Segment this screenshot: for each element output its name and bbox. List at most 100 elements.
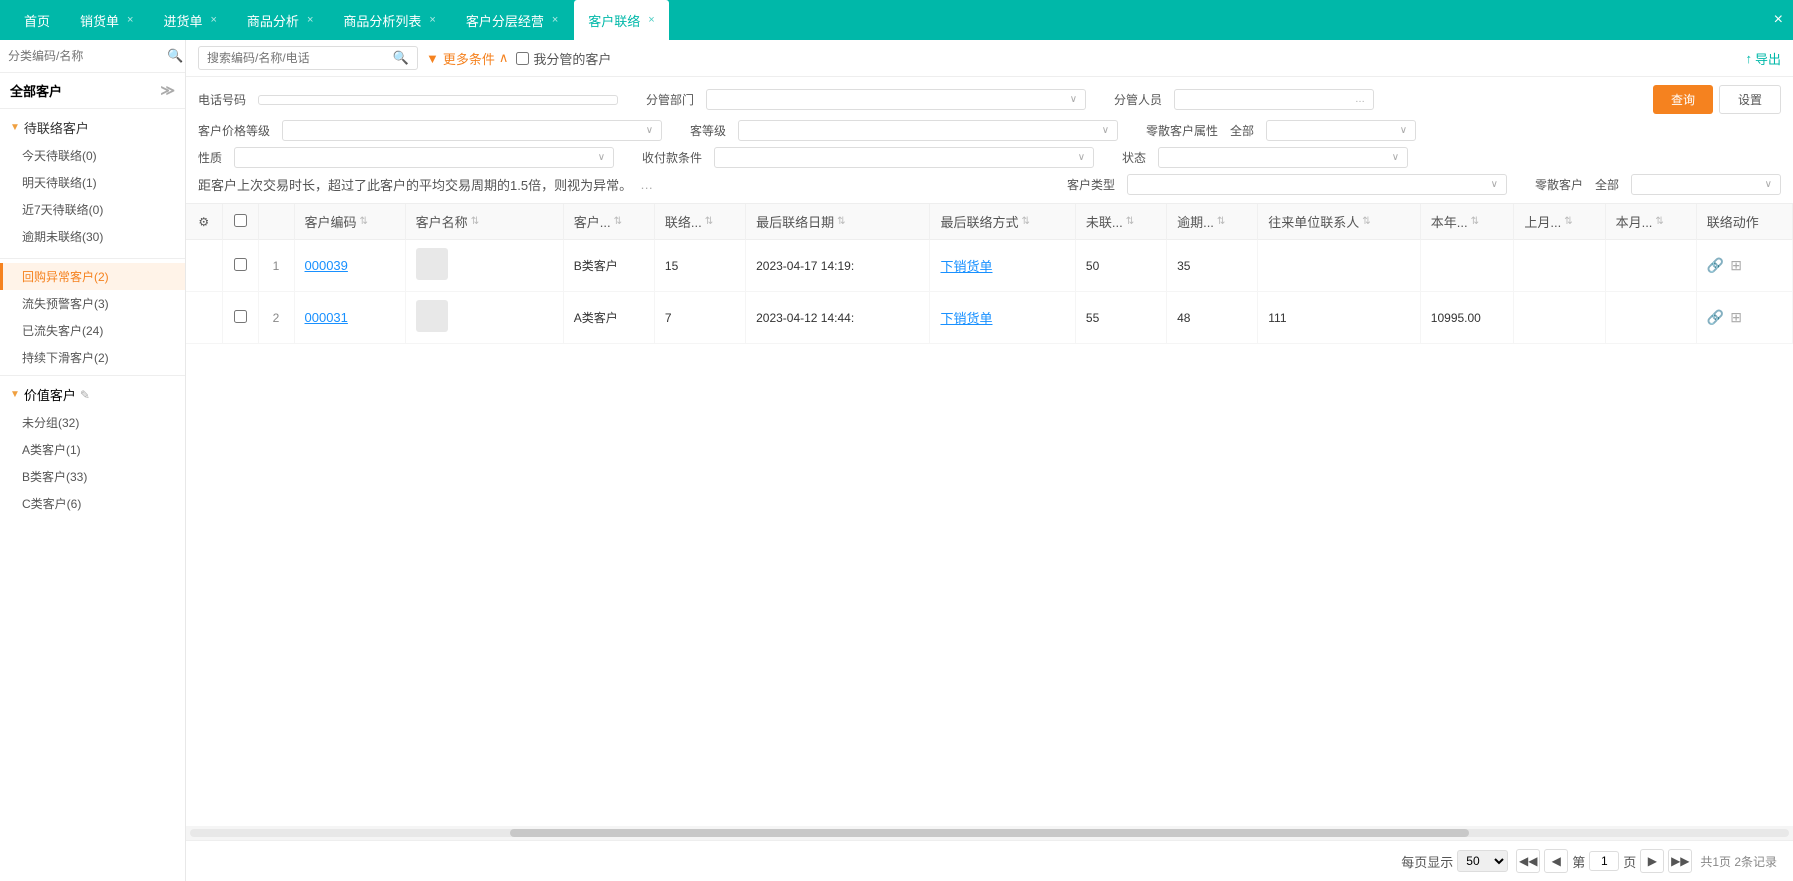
- customer-type-select[interactable]: ∨: [1127, 174, 1507, 195]
- row2-link-icon[interactable]: 🔗: [1707, 309, 1724, 326]
- col-header-category[interactable]: 客户... ⇅: [563, 204, 654, 240]
- row2-code[interactable]: 000031: [294, 292, 405, 344]
- next-page-btn[interactable]: ▶: [1640, 849, 1664, 873]
- col-header-last-method[interactable]: 最后联络方式 ⇅: [930, 204, 1075, 240]
- retail-attr-arrow: ∨: [1400, 125, 1407, 136]
- col-header-checkbox: [222, 204, 258, 240]
- per-page-select[interactable]: 50 20 100: [1457, 850, 1508, 872]
- nav-purchase-close[interactable]: ×: [210, 14, 216, 26]
- sidebar-week-contact[interactable]: 近7天待联络(0): [0, 196, 185, 223]
- nav-analysis-close[interactable]: ×: [307, 14, 313, 26]
- sidebar-churn-warning[interactable]: 流失预警客户(3): [0, 290, 185, 317]
- sidebar-search-input[interactable]: [8, 49, 163, 63]
- dept-select[interactable]: ∨: [706, 89, 1086, 110]
- row2-checkbox: [222, 292, 258, 344]
- price-grade-select[interactable]: ∨: [282, 120, 662, 141]
- grade-label: 客等级: [690, 122, 726, 139]
- nav-home[interactable]: 首页: [10, 0, 64, 40]
- status-select[interactable]: ∨: [1158, 147, 1408, 168]
- sidebar-repurchase-anomaly[interactable]: 回购异常客户(2): [0, 263, 185, 290]
- row1-grid-icon[interactable]: ⊞: [1730, 257, 1742, 274]
- col-header-settings[interactable]: ⚙: [186, 204, 222, 240]
- tooltip-dots[interactable]: …: [640, 177, 653, 192]
- col-header-contact2[interactable]: 往来单位联系人 ⇅: [1258, 204, 1421, 240]
- row1-select[interactable]: [234, 258, 247, 271]
- nav-customer-tier-close[interactable]: ×: [552, 14, 558, 26]
- sidebar-collapse-icon[interactable]: ≫: [160, 82, 175, 99]
- row1-code[interactable]: 000039: [294, 240, 405, 292]
- row1-last-method[interactable]: 下销货单: [930, 240, 1075, 292]
- scroll-thumb[interactable]: [510, 829, 1469, 837]
- sidebar-b-class[interactable]: B类客户(33): [0, 463, 185, 490]
- select-all-checkbox[interactable]: [234, 214, 247, 227]
- my-customer-checkbox[interactable]: [516, 52, 529, 65]
- row2-last-date: 2023-04-12 14:44:: [746, 292, 930, 344]
- price-grade-arrow: ∨: [646, 125, 653, 136]
- sidebar-header: 全部客户 ≫: [0, 73, 185, 109]
- nav-customer-tier[interactable]: 客户分层经营 ×: [452, 0, 572, 40]
- col-header-this-year[interactable]: 本年... ⇅: [1420, 204, 1514, 240]
- phone-input[interactable]: [258, 95, 618, 105]
- col-header-uncontacted[interactable]: 未联... ⇅: [1075, 204, 1166, 240]
- gender-select[interactable]: ∨: [234, 147, 614, 168]
- export-button[interactable]: ↑ 导出: [1745, 49, 1781, 68]
- sidebar-overdue-contact[interactable]: 逾期未联络(30): [0, 223, 185, 250]
- sidebar-pending-label[interactable]: ▼ 待联络客户: [0, 113, 185, 142]
- sidebar-today-contact[interactable]: 今天待联络(0): [0, 142, 185, 169]
- main-search-icon[interactable]: 🔍: [393, 50, 409, 66]
- last-page-btn[interactable]: ▶▶: [1668, 849, 1692, 873]
- col-header-name[interactable]: 客户名称 ⇅: [405, 204, 563, 240]
- sort-this-month-icon: ⇅: [1655, 216, 1663, 227]
- row2-select[interactable]: [234, 310, 247, 323]
- col-header-last-date[interactable]: 最后联络日期 ⇅: [746, 204, 930, 240]
- col-header-last-month[interactable]: 上月... ⇅: [1514, 204, 1605, 240]
- first-page-btn[interactable]: ◀◀: [1516, 849, 1540, 873]
- col-header-this-month[interactable]: 本月... ⇅: [1605, 204, 1696, 240]
- retail-attr-select[interactable]: ∨: [1266, 120, 1416, 141]
- nav-analysis[interactable]: 商品分析 ×: [233, 0, 327, 40]
- retail-select[interactable]: ∨: [1631, 174, 1781, 195]
- filter-bar: 🔍 ▼ 更多条件 ∧ 我分管的客户 ↑ 导出: [186, 40, 1793, 77]
- main-search-input[interactable]: [207, 51, 389, 65]
- col-header-code[interactable]: 客户编码 ⇅: [294, 204, 405, 240]
- settings-button[interactable]: 设置: [1719, 85, 1781, 114]
- query-button[interactable]: 查询: [1653, 85, 1713, 114]
- row1-link-icon[interactable]: 🔗: [1707, 257, 1724, 274]
- sidebar-a-class[interactable]: A类客户(1): [0, 436, 185, 463]
- value-section-label: 价值客户: [24, 385, 76, 404]
- current-page-input[interactable]: [1589, 851, 1619, 871]
- col-header-overdue[interactable]: 逾期... ⇅: [1167, 204, 1258, 240]
- row1-name[interactable]: [405, 240, 563, 292]
- nav-sales[interactable]: 销货单 ×: [66, 0, 147, 40]
- close-top-button[interactable]: ×: [1774, 11, 1783, 29]
- nav-purchase[interactable]: 进货单 ×: [149, 0, 230, 40]
- row2-grid-icon[interactable]: ⊞: [1730, 309, 1742, 326]
- value-edit-icon[interactable]: ✎: [80, 388, 90, 402]
- tooltip-content: 距客户上次交易时长，超过了此客户的平均交易周期的1.5倍，则视为异常。 …: [198, 175, 1039, 194]
- sidebar-tomorrow-contact[interactable]: 明天待联络(1): [0, 169, 185, 196]
- row2-last-method[interactable]: 下销货单: [930, 292, 1075, 344]
- sidebar-ungrouped[interactable]: 未分组(32): [0, 409, 185, 436]
- sort-last-method-icon: ⇅: [1022, 216, 1030, 227]
- sidebar-c-class[interactable]: C类客户(6): [0, 490, 185, 517]
- sidebar-churned[interactable]: 已流失客户(24): [0, 317, 185, 344]
- sidebar-search-icon[interactable]: 🔍: [167, 48, 183, 64]
- person-select[interactable]: …: [1174, 89, 1374, 110]
- nav-sales-close[interactable]: ×: [127, 14, 133, 26]
- horizontal-scroll-bar[interactable]: [186, 826, 1793, 840]
- sidebar-declining[interactable]: 持续下滑客户(2): [0, 344, 185, 371]
- nav-analysis-list-close[interactable]: ×: [429, 14, 435, 26]
- nav-analysis-list[interactable]: 商品分析列表 ×: [329, 0, 449, 40]
- more-filter-button[interactable]: ▼ 更多条件 ∧: [426, 49, 508, 68]
- row2-name[interactable]: [405, 292, 563, 344]
- pay-select[interactable]: ∨: [714, 147, 1094, 168]
- filter-icon: ▼: [426, 51, 439, 66]
- nav-customer-contact[interactable]: 客户联络 ×: [574, 0, 668, 40]
- my-customer-toggle[interactable]: 我分管的客户: [516, 49, 611, 68]
- grade-select[interactable]: ∨: [738, 120, 1118, 141]
- prev-page-btn[interactable]: ◀: [1544, 849, 1568, 873]
- col-header-contact[interactable]: 联络... ⇅: [654, 204, 745, 240]
- nav-customer-contact-close[interactable]: ×: [648, 14, 654, 26]
- triangle-icon: ▼: [10, 122, 20, 133]
- filter-arrow: ∧: [499, 50, 509, 66]
